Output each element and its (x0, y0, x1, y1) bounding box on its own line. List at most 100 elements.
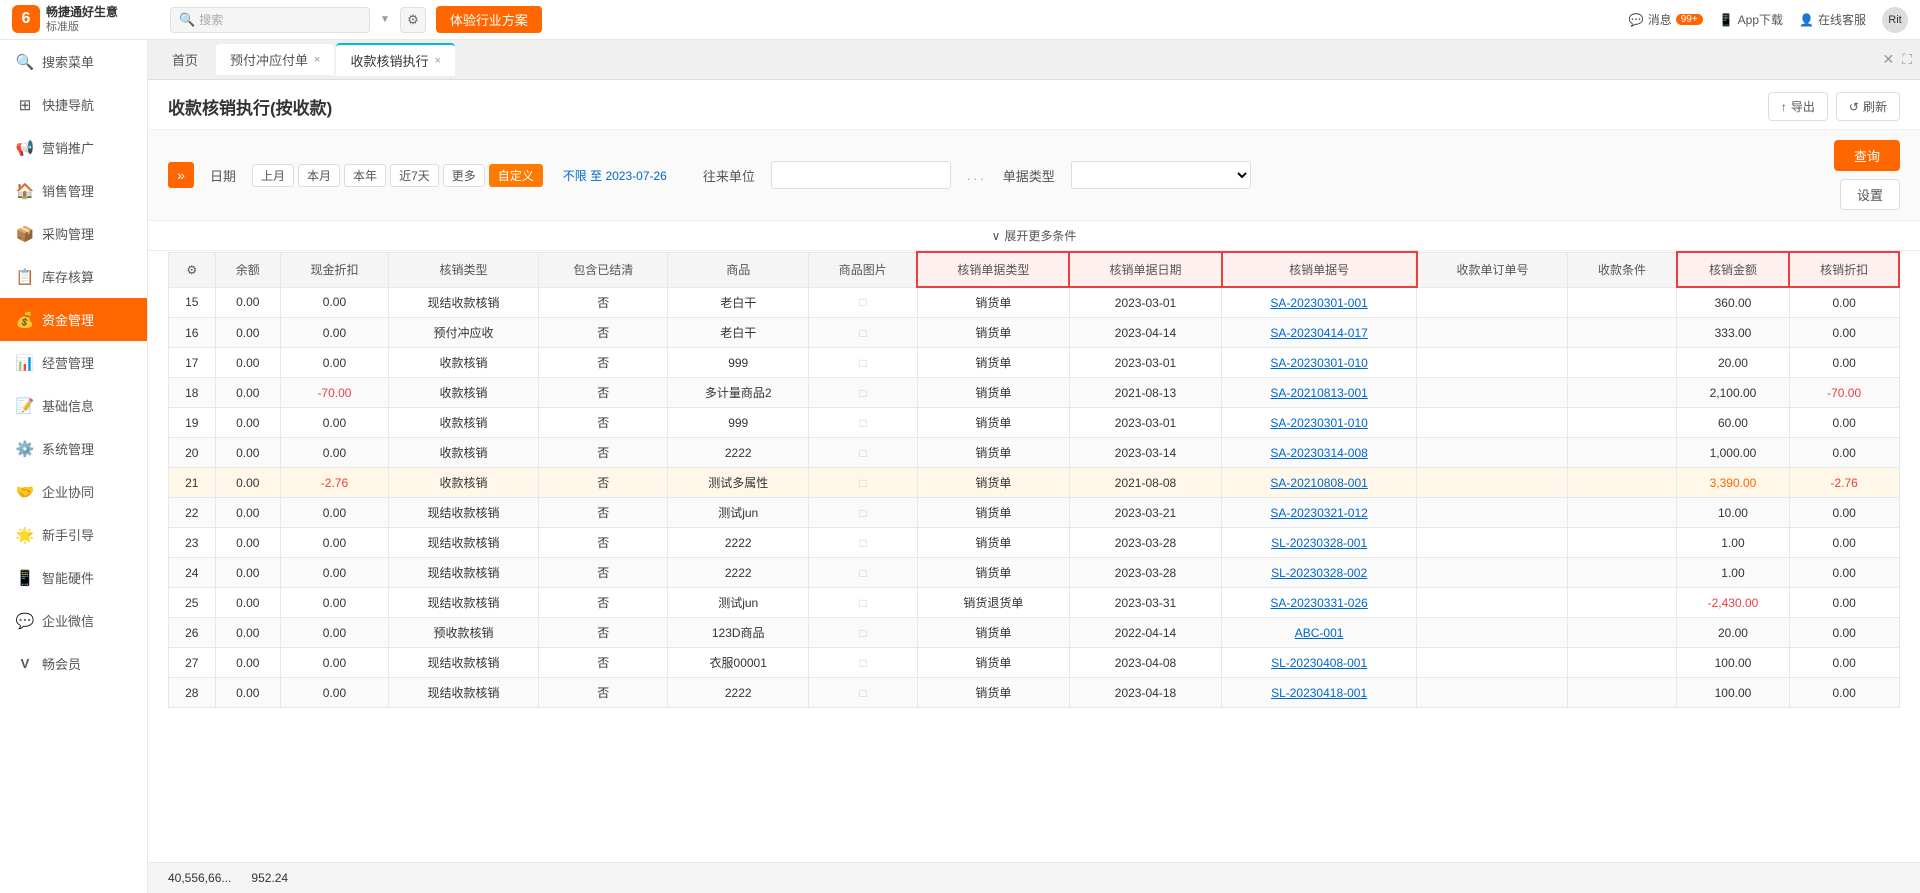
table-cell: 收款核销 (388, 408, 538, 438)
last-month-btn[interactable]: 上月 (252, 164, 294, 187)
table-cell: 0.00 (215, 648, 280, 678)
table-cell[interactable]: SL-20230328-002 (1222, 558, 1417, 588)
close-window-button[interactable]: ✕ (1882, 51, 1894, 68)
table-cell: 否 (539, 498, 668, 528)
table-row: 200.000.00收款核销否2222□销货单2023-03-14SA-2023… (169, 438, 1900, 468)
table-cell: 收款核销 (388, 378, 538, 408)
table-cell[interactable]: SA-20230301-001 (1222, 287, 1417, 318)
sidebar-item-quick-nav[interactable]: ⊞ 快捷导航 (0, 83, 147, 126)
table-cell[interactable]: SA-20230314-008 (1222, 438, 1417, 468)
sidebar-item-enterprise[interactable]: 🤝 企业协同 (0, 470, 147, 513)
refresh-button[interactable]: ↺ 刷新 (1836, 92, 1900, 121)
top-search-box[interactable]: 🔍 搜索 (170, 7, 370, 33)
sidebar-item-operations[interactable]: 📊 经营管理 (0, 341, 147, 384)
sidebar-item-inventory[interactable]: 📋 库存核算 (0, 255, 147, 298)
table-cell: 0.00 (215, 678, 280, 708)
sidebar-item-smart-hw[interactable]: 📱 智能硬件 (0, 556, 147, 599)
online-service-item[interactable]: 👤 在线客服 (1799, 11, 1866, 28)
search-dropdown-arrow[interactable]: ▼ (380, 14, 390, 25)
partner-input[interactable] (771, 161, 951, 189)
expand-conditions-button[interactable]: ∨ 展开更多条件 (992, 227, 1077, 244)
table-cell: 销货单 (917, 678, 1069, 708)
sidebar-item-search[interactable]: 🔍 搜索菜单 (0, 40, 147, 83)
settings-button[interactable]: 设置 (1840, 179, 1900, 210)
table-cell[interactable]: SA-20210808-001 (1222, 468, 1417, 498)
user-avatar[interactable]: Rit (1882, 7, 1908, 33)
sidebar-item-vip[interactable]: V 畅会员 (0, 642, 147, 685)
table-cell[interactable]: SA-20230321-012 (1222, 498, 1417, 528)
query-button[interactable]: 查询 (1834, 140, 1900, 171)
maximize-window-button[interactable]: ⛶ (1902, 51, 1912, 68)
table-cell: 现结收款核销 (388, 498, 538, 528)
table-cell[interactable]: SA-20210813-001 (1222, 378, 1417, 408)
export-button[interactable]: ↑ 导出 (1768, 92, 1828, 121)
table-cell: 2023-03-14 (1069, 438, 1221, 468)
tab-home[interactable]: 首页 (156, 44, 214, 75)
table-cell: 999 (668, 408, 809, 438)
col-header-writeoff-type: 核销类型 (388, 252, 538, 287)
table-cell: 测试jun (668, 498, 809, 528)
filter-row: » 日期 上月 本月 本年 近7天 更多 自定义 不限 至 2023-07-26 (168, 140, 1900, 210)
table-cell[interactable]: ABC-001 (1222, 618, 1417, 648)
table-cell: 销货单 (917, 558, 1069, 588)
table-cell: 2222 (668, 558, 809, 588)
row-number: 25 (169, 588, 216, 618)
table-cell[interactable]: SA-20230301-010 (1222, 348, 1417, 378)
date-filter-label: 日期 (210, 166, 236, 185)
messages-item[interactable]: 💬 消息 99+ (1629, 11, 1703, 28)
tab2-close-button[interactable]: × (434, 55, 440, 67)
sidebar-item-marketing[interactable]: 📢 营销推广 (0, 126, 147, 169)
table-cell: 2023-03-01 (1069, 348, 1221, 378)
table-cell: □ (809, 438, 918, 468)
table-cell: 否 (539, 348, 668, 378)
sidebar-item-wechat[interactable]: 💬 企业微信 (0, 599, 147, 642)
table-cell[interactable]: SL-20230418-001 (1222, 678, 1417, 708)
table-cell: 0.00 (215, 378, 280, 408)
tab-writeoff[interactable]: 收款核销执行 × (336, 43, 454, 76)
table-cell: □ (809, 558, 918, 588)
table-cell[interactable]: SA-20230301-010 (1222, 408, 1417, 438)
table-cell (1417, 408, 1568, 438)
sidebar-item-purchase[interactable]: 📦 采购管理 (0, 212, 147, 255)
table-cell[interactable]: SA-20230414-017 (1222, 318, 1417, 348)
tab-prepay[interactable]: 预付冲应付单 × (216, 44, 334, 75)
table-cell (1417, 588, 1568, 618)
sidebar-item-guide[interactable]: 🌟 新手引导 (0, 513, 147, 556)
table-cell: 2023-03-28 (1069, 528, 1221, 558)
table-cell: 1.00 (1677, 528, 1790, 558)
table-cell (1568, 408, 1677, 438)
last7-btn[interactable]: 近7天 (390, 164, 439, 187)
table-row: 260.000.00预收款核销否123D商品□销货单2022-04-14ABC-… (169, 618, 1900, 648)
logo-icon: 6 (12, 5, 40, 33)
table-cell[interactable]: SL-20230328-001 (1222, 528, 1417, 558)
tab-bar: 首页 预付冲应付单 × 收款核销执行 × ✕ ⛶ (148, 40, 1920, 80)
table-cell: -2,430.00 (1677, 588, 1790, 618)
more-btn[interactable]: 更多 (443, 164, 485, 187)
sidebar-item-sales[interactable]: 🏠 销售管理 (0, 169, 147, 212)
filter-expand-icon[interactable]: » (168, 162, 194, 188)
table-cell (1568, 287, 1677, 318)
table-cell: 否 (539, 378, 668, 408)
industry-button[interactable]: 体验行业方案 (436, 6, 542, 33)
table-cell[interactable]: SA-20230331-026 (1222, 588, 1417, 618)
vip-icon: V (16, 655, 34, 673)
table-cell (1417, 498, 1568, 528)
table-cell (1568, 678, 1677, 708)
gear-button[interactable]: ⚙ (400, 7, 426, 33)
this-year-btn[interactable]: 本年 (344, 164, 386, 187)
voucher-type-select[interactable] (1071, 161, 1251, 189)
sidebar-item-finance[interactable]: 💰 资金管理 (0, 298, 147, 341)
export-icon: ↑ (1781, 100, 1787, 114)
table-cell: -70.00 (281, 378, 389, 408)
table-cell[interactable]: SL-20230408-001 (1222, 648, 1417, 678)
col-header-settings[interactable]: ⚙ (169, 252, 216, 287)
app-download-item[interactable]: 📱 App下载 (1719, 11, 1783, 28)
info-icon: 📝 (16, 397, 34, 415)
table-cell (1417, 438, 1568, 468)
this-month-btn[interactable]: 本月 (298, 164, 340, 187)
sidebar-item-basic-info[interactable]: 📝 基础信息 (0, 384, 147, 427)
expand-bar: ∨ 展开更多条件 (148, 221, 1920, 251)
custom-btn[interactable]: 自定义 (489, 164, 543, 187)
tab1-close-button[interactable]: × (314, 54, 320, 66)
sidebar-item-system[interactable]: ⚙️ 系统管理 (0, 427, 147, 470)
